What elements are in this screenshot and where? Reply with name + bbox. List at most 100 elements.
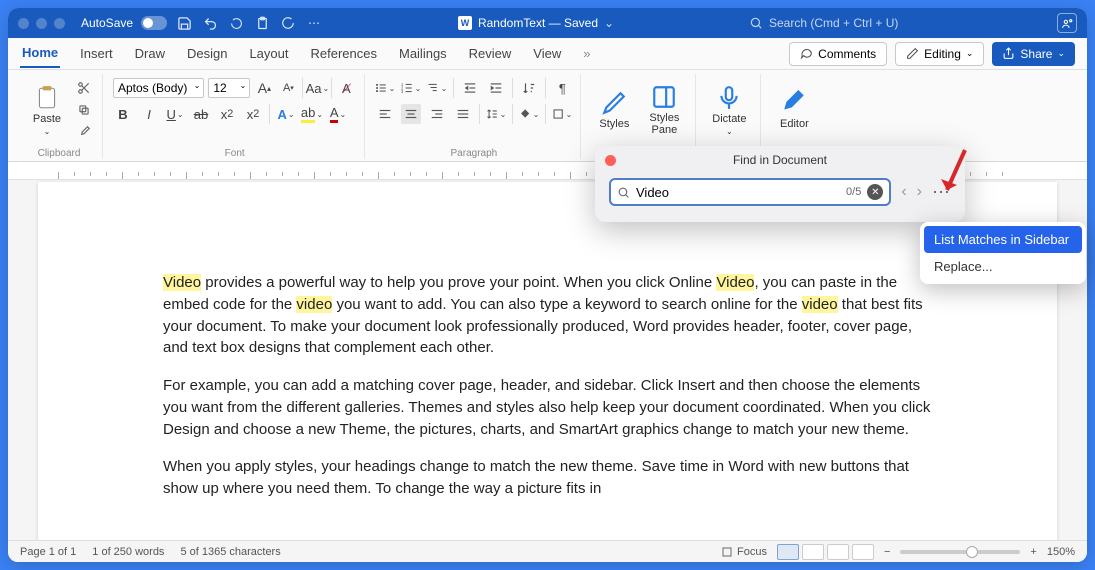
sort-button[interactable] xyxy=(519,78,539,98)
bold-button[interactable]: B xyxy=(113,104,133,124)
styles-button[interactable]: Styles xyxy=(591,77,637,143)
paste-icon[interactable] xyxy=(253,14,271,32)
tab-references[interactable]: References xyxy=(309,40,379,67)
tab-insert[interactable]: Insert xyxy=(78,40,115,67)
zoom-slider[interactable] xyxy=(900,550,1020,554)
word-doc-icon: W xyxy=(458,16,472,30)
zoom-in-button[interactable]: + xyxy=(1030,546,1036,558)
editor-button[interactable]: Editor xyxy=(771,77,817,143)
find-prev-button[interactable]: ‹ xyxy=(901,183,906,201)
save-icon[interactable] xyxy=(175,14,193,32)
paste-button[interactable]: Paste ⌄ xyxy=(24,77,70,143)
show-marks-button[interactable]: ¶ xyxy=(552,78,572,98)
cut-button[interactable] xyxy=(74,79,94,97)
superscript-button[interactable]: x2 xyxy=(243,104,263,124)
text-effects-button[interactable]: A⌄ xyxy=(276,104,296,124)
tab-view[interactable]: View xyxy=(531,40,563,67)
indent-inc-button[interactable] xyxy=(486,78,506,98)
paragraph[interactable]: When you apply styles, your headings cha… xyxy=(163,456,932,500)
text-run[interactable]: For example, you can add a matching cove… xyxy=(163,377,930,438)
tab-design[interactable]: Design xyxy=(185,40,229,67)
text-run[interactable]: When you apply styles, your headings cha… xyxy=(163,458,909,497)
align-left-button[interactable] xyxy=(375,104,395,124)
undo-icon[interactable] xyxy=(201,14,219,32)
grow-font-button[interactable]: A▴ xyxy=(254,78,274,98)
tab-layout[interactable]: Layout xyxy=(247,40,290,67)
status-chars[interactable]: 5 of 1365 characters xyxy=(180,546,280,558)
align-center-button[interactable] xyxy=(401,104,421,124)
find-input-wrap: 0/5 ✕ xyxy=(609,178,891,206)
paragraph[interactable]: Video provides a powerful way to help yo… xyxy=(163,272,932,359)
font-size-select[interactable]: 12 ⌄ xyxy=(208,78,250,98)
find-next-button[interactable]: › xyxy=(917,183,922,201)
view-web-layout[interactable] xyxy=(802,544,824,560)
highlight-run[interactable]: Video xyxy=(716,274,754,291)
qat-overflow-icon[interactable]: ⋯ xyxy=(305,14,323,32)
status-words[interactable]: 1 of 250 words xyxy=(92,546,164,558)
share-avatar[interactable] xyxy=(1057,13,1077,33)
format-painter-button[interactable] xyxy=(74,123,94,141)
highlight-button[interactable]: ab⌄ xyxy=(302,104,322,124)
zoom-out-button[interactable]: − xyxy=(884,546,890,558)
copy-button[interactable] xyxy=(74,101,94,119)
numbering-button[interactable]: 123⌄ xyxy=(401,78,421,98)
strike-button[interactable]: ab xyxy=(191,104,211,124)
clear-find-button[interactable]: ✕ xyxy=(867,184,883,200)
tab-mailings[interactable]: Mailings xyxy=(397,40,449,67)
sync-icon[interactable] xyxy=(279,14,297,32)
justify-button[interactable] xyxy=(453,104,473,124)
close-find-button[interactable] xyxy=(605,155,616,166)
chevron-down-icon[interactable]: ⌄ xyxy=(604,16,614,30)
search-area[interactable]: Search (Cmd + Ctrl + U) xyxy=(749,16,1049,30)
bullets-button[interactable]: ⌄ xyxy=(375,78,395,98)
share-button[interactable]: Share ⌄ xyxy=(992,42,1075,66)
view-print-layout[interactable] xyxy=(777,544,799,560)
align-right-button[interactable] xyxy=(427,104,447,124)
multilevel-button[interactable]: ⌄ xyxy=(427,78,447,98)
shading-button[interactable]: ⌄ xyxy=(519,104,539,124)
styles-pane-button[interactable]: Styles Pane xyxy=(641,77,687,143)
subscript-button[interactable]: x2 xyxy=(217,104,237,124)
tab-draw[interactable]: Draw xyxy=(133,40,167,67)
font-color-button[interactable]: A⌄ xyxy=(328,104,348,124)
menu-replace[interactable]: Replace... xyxy=(924,253,1082,280)
maximize-window-button[interactable] xyxy=(54,18,65,29)
autosave-toggle[interactable] xyxy=(141,16,167,30)
highlight-run[interactable]: video xyxy=(802,296,838,313)
status-page[interactable]: Page 1 of 1 xyxy=(20,546,76,558)
line-spacing-button[interactable]: ⌄ xyxy=(486,104,506,124)
find-options-button[interactable]: ⋯ xyxy=(932,182,951,203)
view-outline[interactable] xyxy=(827,544,849,560)
underline-button[interactable]: U⌄ xyxy=(165,104,185,124)
clear-format-button[interactable]: A⟋ xyxy=(336,78,356,98)
document-page[interactable]: Video provides a powerful way to help yo… xyxy=(38,182,1057,540)
highlight-run[interactable]: video xyxy=(296,296,332,313)
highlight-run[interactable]: Video xyxy=(163,274,201,291)
dictate-button[interactable]: Dictate ⌄ xyxy=(706,77,752,143)
italic-button[interactable]: I xyxy=(139,104,159,124)
find-input[interactable] xyxy=(636,185,840,200)
align-right-icon xyxy=(430,107,444,121)
close-window-button[interactable] xyxy=(18,18,29,29)
menu-list-matches[interactable]: List Matches in Sidebar xyxy=(924,226,1082,253)
align-left-icon xyxy=(378,107,392,121)
focus-button[interactable]: Focus xyxy=(721,546,767,558)
shrink-font-button[interactable]: A▾ xyxy=(278,78,298,98)
tab-review[interactable]: Review xyxy=(467,40,514,67)
view-draft[interactable] xyxy=(852,544,874,560)
comments-button[interactable]: Comments xyxy=(789,42,887,66)
font-family-select[interactable]: Aptos (Body) ⌄ xyxy=(113,78,204,98)
tab-home[interactable]: Home xyxy=(20,39,60,68)
zoom-level[interactable]: 150% xyxy=(1047,546,1075,558)
redo-icon[interactable] xyxy=(227,14,245,32)
minimize-window-button[interactable] xyxy=(36,18,47,29)
justify-icon xyxy=(456,107,470,121)
paragraph[interactable]: For example, you can add a matching cove… xyxy=(163,375,932,440)
tab-overflow[interactable]: » xyxy=(581,40,592,67)
text-run[interactable]: provides a powerful way to help you prov… xyxy=(201,274,716,291)
borders-button[interactable]: ⌄ xyxy=(552,104,572,124)
change-case-button[interactable]: Aa⌄ xyxy=(307,78,327,98)
indent-dec-button[interactable] xyxy=(460,78,480,98)
text-run[interactable]: you want to add. You can also type a key… xyxy=(332,296,801,313)
editing-button[interactable]: Editing ⌄ xyxy=(895,42,984,66)
